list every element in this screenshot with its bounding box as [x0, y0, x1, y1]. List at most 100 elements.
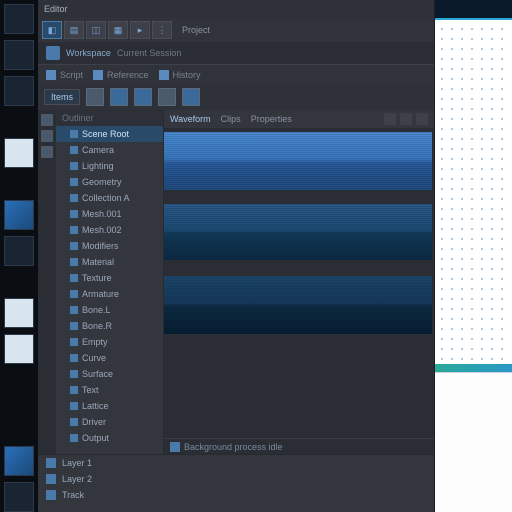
- tree-item-1[interactable]: Camera: [56, 142, 163, 158]
- node-icon: [70, 338, 78, 346]
- tool-select-button[interactable]: ▦: [108, 21, 128, 39]
- mode-sq-c[interactable]: [134, 88, 152, 106]
- bottom-row-2[interactable]: Layer 2: [38, 471, 434, 487]
- bottom-row-3[interactable]: Track: [38, 487, 434, 503]
- node-icon: [70, 434, 78, 442]
- tab-waveform[interactable]: Waveform: [170, 114, 211, 124]
- tool-run-button[interactable]: ▸: [130, 21, 150, 39]
- tree-item-19[interactable]: Output: [56, 430, 163, 446]
- tool-edit-button[interactable]: ▤: [64, 21, 84, 39]
- thumb-8[interactable]: [4, 334, 34, 364]
- tree-item-17[interactable]: Lattice: [56, 398, 163, 414]
- thumb-3[interactable]: [4, 76, 34, 106]
- tree-item-label: Armature: [82, 289, 119, 299]
- nav-icon-3[interactable]: [41, 146, 53, 158]
- tree-item-label: Mesh.002: [82, 225, 122, 235]
- bottom-panel: Layer 1 Layer 2 Track: [38, 454, 434, 512]
- mode-sq-e[interactable]: [182, 88, 200, 106]
- layer-icon: [46, 458, 56, 468]
- panel-close-button[interactable]: [416, 113, 428, 125]
- tree-item-4[interactable]: Collection A: [56, 190, 163, 206]
- tree-item-label: Lattice: [82, 401, 109, 411]
- nav-icon-2[interactable]: [41, 130, 53, 142]
- tree-item-13[interactable]: Empty: [56, 334, 163, 350]
- toolbar-label: Project: [182, 25, 210, 35]
- thumb-5[interactable]: [4, 200, 34, 230]
- panel-max-button[interactable]: [400, 113, 412, 125]
- node-icon: [70, 386, 78, 394]
- node-icon: [70, 290, 78, 298]
- thumb-6[interactable]: [4, 236, 34, 266]
- preview-grid[interactable]: [435, 20, 512, 364]
- node-icon: [70, 402, 78, 410]
- layer-icon: [46, 474, 56, 484]
- tree-item-label: Empty: [82, 337, 108, 347]
- tree-item-5[interactable]: Mesh.001: [56, 206, 163, 222]
- link-bar: Script Reference History: [38, 64, 434, 84]
- bottom-row-1[interactable]: Layer 1: [38, 455, 434, 471]
- thumb-7[interactable]: [4, 298, 34, 328]
- link-history[interactable]: History: [159, 70, 201, 80]
- tool-opts-button[interactable]: ⋮: [152, 21, 172, 39]
- tree-item-6[interactable]: Mesh.002: [56, 222, 163, 238]
- tree-item-7[interactable]: Modifiers: [56, 238, 163, 254]
- thumb-1[interactable]: [4, 4, 34, 34]
- tree-item-label: Curve: [82, 353, 106, 363]
- tree-item-18[interactable]: Driver: [56, 414, 163, 430]
- side-nav: [38, 110, 56, 454]
- thumb-4[interactable]: [4, 138, 34, 168]
- titlebar: Editor: [38, 0, 434, 18]
- tree-item-9[interactable]: Texture: [56, 270, 163, 286]
- window-title: Editor: [44, 4, 428, 14]
- preview-lower[interactable]: [435, 372, 512, 512]
- node-icon: [70, 306, 78, 314]
- tree-item-label: Material: [82, 257, 114, 267]
- tool-file-button[interactable]: ◧: [42, 21, 62, 39]
- tree-item-15[interactable]: Surface: [56, 366, 163, 382]
- mode-sq-a[interactable]: [86, 88, 104, 106]
- history-icon: [159, 70, 169, 80]
- link-reference[interactable]: Reference: [93, 70, 149, 80]
- thumb-9[interactable]: [4, 446, 34, 476]
- node-icon: [70, 274, 78, 282]
- tree-item-3[interactable]: Geometry: [56, 174, 163, 190]
- tab-properties[interactable]: Properties: [251, 114, 292, 124]
- tree-item-label: Output: [82, 433, 109, 443]
- tree-item-8[interactable]: Material: [56, 254, 163, 270]
- wave-track-1: [164, 132, 432, 190]
- node-icon: [70, 194, 78, 202]
- node-icon: [70, 130, 78, 138]
- wave-track-3: [164, 276, 432, 334]
- main-area: Editor ◧ ▤ ◫ ▦ ▸ ⋮ Project Workspace Cur…: [38, 0, 434, 512]
- body-row: Outliner Scene RootCameraLightingGeometr…: [38, 110, 434, 454]
- node-icon: [70, 162, 78, 170]
- tree-item-label: Mesh.001: [82, 209, 122, 219]
- thumb-10[interactable]: [4, 482, 34, 512]
- tab-items[interactable]: Items: [44, 89, 80, 105]
- tree-item-label: Collection A: [82, 193, 130, 203]
- tree-item-0[interactable]: Scene Root: [56, 126, 163, 142]
- tree-item-label: Bone.L: [82, 305, 111, 315]
- panel-min-button[interactable]: [384, 113, 396, 125]
- tree-item-2[interactable]: Lighting: [56, 158, 163, 174]
- waveform-view[interactable]: [164, 128, 434, 438]
- thumb-2[interactable]: [4, 40, 34, 70]
- tree-item-label: Text: [82, 385, 99, 395]
- nav-icon-1[interactable]: [41, 114, 53, 126]
- tool-view-button[interactable]: ◫: [86, 21, 106, 39]
- tree-item-16[interactable]: Text: [56, 382, 163, 398]
- link-script[interactable]: Script: [46, 70, 83, 80]
- context-primary[interactable]: Workspace: [66, 48, 111, 58]
- outliner-panel: Outliner Scene RootCameraLightingGeometr…: [56, 110, 164, 454]
- mode-sq-d[interactable]: [158, 88, 176, 106]
- outliner-list: Scene RootCamera Lighting Geometry Collecti…: [56, 126, 163, 446]
- tree-item-14[interactable]: Curve: [56, 350, 163, 366]
- tree-item-10[interactable]: Armature: [56, 286, 163, 302]
- node-icon: [70, 258, 78, 266]
- tree-item-12[interactable]: Bone.R: [56, 318, 163, 334]
- tree-item-11[interactable]: Bone.L: [56, 302, 163, 318]
- tree-item-label: Lighting: [82, 161, 114, 171]
- mode-sq-b[interactable]: [110, 88, 128, 106]
- status-text: Background process idle: [184, 442, 283, 452]
- tab-clips[interactable]: Clips: [221, 114, 241, 124]
